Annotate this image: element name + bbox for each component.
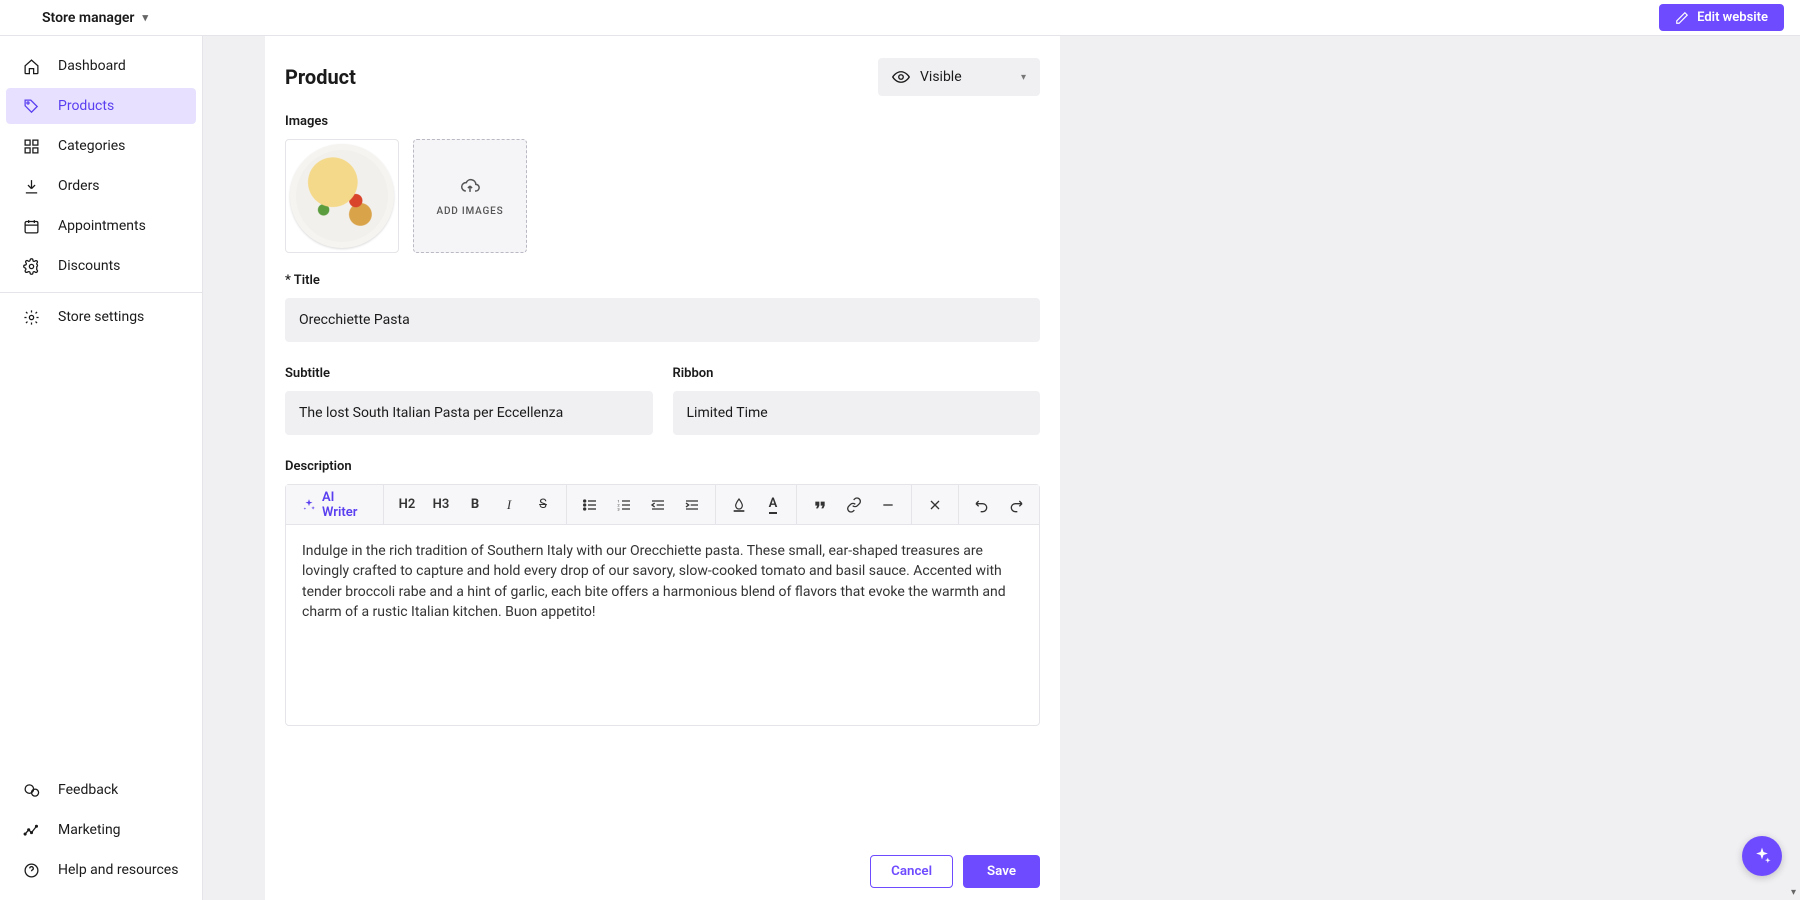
sidebar: Dashboard Products Categories bbox=[0, 36, 203, 900]
redo-button[interactable] bbox=[999, 488, 1033, 522]
clear-format-button[interactable] bbox=[918, 488, 952, 522]
sidebar-label: Orders bbox=[58, 178, 100, 194]
cancel-button[interactable]: Cancel bbox=[870, 855, 953, 888]
editor-toolbar: AI Writer H2 H3 B I S bbox=[286, 485, 1039, 525]
product-panel: Product Visible ▾ Images bbox=[265, 36, 1060, 900]
topbar: Store manager ▾ Edit website bbox=[0, 0, 1800, 36]
strikethrough-button[interactable]: S bbox=[526, 488, 560, 522]
form-actions: Cancel Save bbox=[870, 855, 1040, 888]
analytics-icon bbox=[22, 821, 40, 839]
divider bbox=[0, 292, 202, 293]
sidebar-item-appointments[interactable]: Appointments bbox=[6, 208, 196, 244]
sidebar-item-feedback[interactable]: Feedback bbox=[6, 772, 196, 808]
sidebar-item-dashboard[interactable]: Dashboard bbox=[6, 48, 196, 84]
sidebar-item-store-settings[interactable]: Store settings bbox=[6, 299, 196, 335]
sidebar-item-discounts[interactable]: Discounts bbox=[6, 248, 196, 284]
gear-icon bbox=[22, 257, 40, 275]
sparkle-icon bbox=[1752, 846, 1772, 866]
edit-website-label: Edit website bbox=[1697, 10, 1768, 25]
sidebar-label: Appointments bbox=[58, 218, 146, 234]
indent-button[interactable] bbox=[675, 488, 709, 522]
ribbon-input[interactable] bbox=[673, 391, 1041, 435]
main-content: Product Visible ▾ Images bbox=[203, 36, 1800, 900]
cloud-upload-icon bbox=[460, 176, 480, 196]
svg-text:3: 3 bbox=[617, 506, 619, 511]
description-editor: AI Writer H2 H3 B I S bbox=[285, 484, 1040, 726]
bold-button[interactable]: B bbox=[458, 488, 492, 522]
title-label: * Title bbox=[285, 273, 1040, 288]
images-row: ADD IMAGES bbox=[285, 139, 1040, 253]
undo-button[interactable] bbox=[965, 488, 999, 522]
link-button[interactable] bbox=[837, 488, 871, 522]
tag-icon bbox=[22, 97, 40, 115]
sidebar-item-products[interactable]: Products bbox=[6, 88, 196, 124]
sidebar-item-orders[interactable]: Orders bbox=[6, 168, 196, 204]
calendar-icon bbox=[22, 217, 40, 235]
sidebar-item-marketing[interactable]: Marketing bbox=[6, 812, 196, 848]
feedback-icon bbox=[22, 781, 40, 799]
nav-footer: Feedback Marketing Help and resources bbox=[0, 770, 202, 900]
ai-fab-button[interactable] bbox=[1742, 836, 1782, 876]
scroll-hint-icon: ▾ bbox=[1791, 887, 1796, 898]
sidebar-label: Feedback bbox=[58, 782, 118, 798]
pencil-icon bbox=[1675, 11, 1689, 25]
eye-icon bbox=[892, 68, 910, 86]
add-images-button[interactable]: ADD IMAGES bbox=[413, 139, 527, 253]
visibility-select[interactable]: Visible ▾ bbox=[878, 58, 1040, 96]
ai-writer-button[interactable]: AI Writer bbox=[286, 485, 384, 524]
h2-button[interactable]: H2 bbox=[390, 488, 424, 522]
ribbon-label: Ribbon bbox=[673, 366, 1041, 381]
highlight-color-button[interactable] bbox=[722, 488, 756, 522]
sparkle-icon bbox=[302, 498, 316, 512]
sidebar-label: Store settings bbox=[58, 309, 144, 325]
italic-button[interactable]: I bbox=[492, 488, 526, 522]
sidebar-label: Products bbox=[58, 98, 114, 114]
settings-icon bbox=[22, 308, 40, 326]
home-icon bbox=[22, 57, 40, 75]
brand-label: Store manager bbox=[42, 10, 134, 26]
save-button[interactable]: Save bbox=[963, 855, 1040, 888]
ai-writer-label: AI Writer bbox=[322, 490, 367, 520]
description-textarea[interactable]: Indulge in the rich tradition of Souther… bbox=[286, 525, 1039, 725]
images-label: Images bbox=[285, 114, 1040, 129]
sidebar-item-categories[interactable]: Categories bbox=[6, 128, 196, 164]
download-icon bbox=[22, 177, 40, 195]
edit-website-button[interactable]: Edit website bbox=[1659, 4, 1784, 31]
grid-icon bbox=[22, 137, 40, 155]
chevron-down-icon: ▾ bbox=[1021, 72, 1026, 83]
sidebar-label: Dashboard bbox=[58, 58, 126, 74]
subtitle-label: Subtitle bbox=[285, 366, 653, 381]
sidebar-label: Help and resources bbox=[58, 862, 178, 878]
brand-selector[interactable]: Store manager ▾ bbox=[42, 10, 148, 26]
sidebar-label: Categories bbox=[58, 138, 125, 154]
description-label: Description bbox=[285, 459, 1040, 474]
outdent-button[interactable] bbox=[641, 488, 675, 522]
bullet-list-button[interactable] bbox=[573, 488, 607, 522]
title-input[interactable] bbox=[285, 298, 1040, 342]
sidebar-item-help[interactable]: Help and resources bbox=[6, 852, 196, 888]
hr-button[interactable] bbox=[871, 488, 905, 522]
product-image bbox=[290, 144, 394, 248]
product-image-thumb[interactable] bbox=[285, 139, 399, 253]
h3-button[interactable]: H3 bbox=[424, 488, 458, 522]
page-title: Product bbox=[285, 65, 356, 89]
chevron-down-icon: ▾ bbox=[142, 11, 148, 24]
help-icon bbox=[22, 861, 40, 879]
sidebar-label: Marketing bbox=[58, 822, 121, 838]
subtitle-input[interactable] bbox=[285, 391, 653, 435]
text-color-button[interactable]: A bbox=[756, 488, 790, 522]
visibility-label: Visible bbox=[920, 69, 962, 85]
ordered-list-button[interactable]: 123 bbox=[607, 488, 641, 522]
sidebar-label: Discounts bbox=[58, 258, 120, 274]
nav-main: Dashboard Products Categories bbox=[0, 46, 202, 286]
quote-button[interactable] bbox=[803, 488, 837, 522]
add-images-label: ADD IMAGES bbox=[437, 206, 504, 217]
